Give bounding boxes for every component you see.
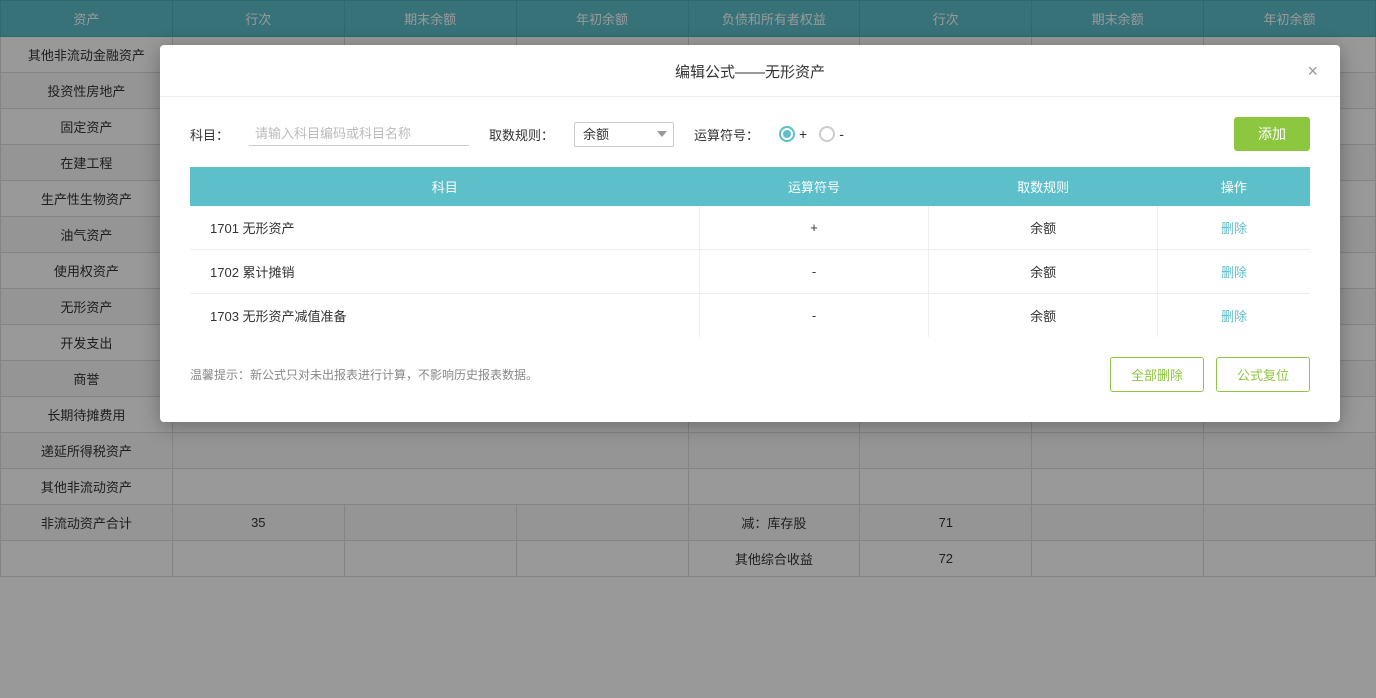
col-action-header: 操作 — [1158, 167, 1310, 206]
col-subject-header: 科目 — [190, 167, 700, 206]
rule-label: 取数规则： — [489, 125, 554, 144]
row1-operator: + — [700, 206, 929, 250]
table-row: 1702 累计摊销 - 余额 删除 — [190, 250, 1310, 294]
operator-minus-radio[interactable]: - — [819, 126, 844, 142]
row3-operator: - — [700, 294, 929, 338]
rule-select-wrap: 余额 借方 贷方 借方发生额 贷方发生额 — [574, 122, 674, 147]
row3-rule: 余额 — [929, 294, 1158, 338]
rule-select[interactable]: 余额 借方 贷方 借方发生额 贷方发生额 — [574, 122, 674, 147]
row2-rule: 余额 — [929, 250, 1158, 294]
modal-close-button[interactable]: × — [1301, 60, 1324, 82]
row1-action: 删除 — [1158, 206, 1310, 250]
row2-delete-button[interactable]: 删除 — [1221, 262, 1247, 281]
operator-minus-label: - — [839, 126, 844, 142]
table-row: 1701 无形资产 + 余额 删除 — [190, 206, 1310, 250]
subject-label: 科目： — [190, 125, 229, 144]
radio-minus-indicator — [819, 126, 835, 142]
row3-delete-button[interactable]: 删除 — [1221, 306, 1247, 325]
operator-radio-group: + - — [779, 126, 844, 142]
radio-plus-indicator — [779, 126, 795, 142]
row1-delete-button[interactable]: 删除 — [1221, 218, 1247, 237]
operator-plus-radio[interactable]: + — [779, 126, 807, 142]
operator-plus-label: + — [799, 126, 807, 142]
row2-subject: 1702 累计摊销 — [190, 250, 700, 294]
delete-all-button[interactable]: 全部删除 — [1110, 357, 1204, 392]
col-rule-header: 取数规则 — [929, 167, 1158, 206]
reset-formula-button[interactable]: 公式复位 — [1216, 357, 1310, 392]
table-header-row: 科目 运算符号 取数规则 操作 — [190, 167, 1310, 206]
modal-header: 编辑公式——无形资产 × — [160, 45, 1340, 97]
formula-table-wrap: 科目 运算符号 取数规则 操作 1701 无形资产 + 余额 删除 1702 累… — [190, 167, 1310, 337]
row2-operator: - — [700, 250, 929, 294]
row1-subject: 1701 无形资产 — [190, 206, 700, 250]
modal-footer: 温馨提示：新公式只对未出报表进行计算，不影响历史报表数据。 全部删除 公式复位 — [160, 337, 1340, 392]
formula-table: 科目 运算符号 取数规则 操作 1701 无形资产 + 余额 删除 1702 累… — [190, 167, 1310, 337]
table-row: 1703 无形资产减值准备 - 余额 删除 — [190, 294, 1310, 338]
col-operator-header: 运算符号 — [700, 167, 929, 206]
row2-action: 删除 — [1158, 250, 1310, 294]
footer-buttons: 全部删除 公式复位 — [1110, 357, 1310, 392]
row1-rule: 余额 — [929, 206, 1158, 250]
row3-action: 删除 — [1158, 294, 1310, 338]
footer-tip: 温馨提示：新公式只对未出报表进行计算，不影响历史报表数据。 — [190, 366, 538, 383]
subject-input[interactable] — [249, 122, 469, 146]
modal-title: 编辑公式——无形资产 — [675, 61, 825, 82]
formula-form-row: 科目： 取数规则： 余额 借方 贷方 借方发生额 贷方发生额 运算符号： + -… — [160, 97, 1340, 167]
operator-label: 运算符号： — [694, 125, 759, 144]
edit-formula-modal: 编辑公式——无形资产 × 科目： 取数规则： 余额 借方 贷方 借方发生额 贷方… — [160, 45, 1340, 422]
row3-subject: 1703 无形资产减值准备 — [190, 294, 700, 338]
add-button[interactable]: 添加 — [1234, 117, 1310, 151]
